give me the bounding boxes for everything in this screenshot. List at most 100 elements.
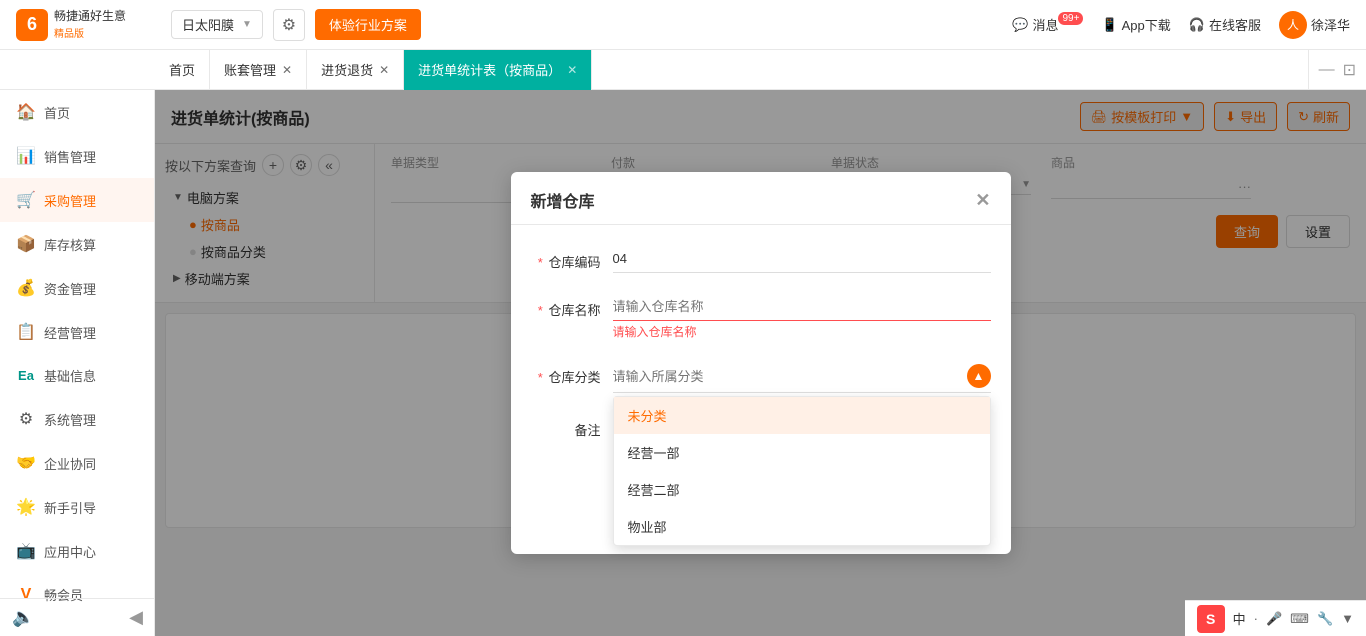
app-download-item[interactable]: 📱 App下载 [1101,15,1170,34]
inventory-icon: 📦 [16,234,36,254]
category-label: * 仓库分类 [531,360,601,386]
purchase-return-close-icon[interactable]: ✕ [379,63,389,77]
note-label: 备注 [531,413,601,439]
logo-text: 畅捷通好生意 [54,9,126,25]
sidebar-newbie-label: 新手引导 [44,498,96,517]
sidebar-finance-label: 资金管理 [44,279,96,298]
accounts-tab-close-icon[interactable]: ✕ [282,63,292,77]
operations-icon: 📋 [16,322,36,342]
header-right: 💬 消息 99+ 📱 App下载 🎧 在线客服 人 徐泽华 [1012,11,1350,39]
category-field-row: * 仓库分类 ▲ 未分类 经营一部 经 [531,360,991,393]
dropdown-item-dept1[interactable]: 经营一部 [614,434,990,471]
sidebar-purchase-label: 采购管理 [44,191,96,210]
category-input-wrap: ▲ 未分类 经营一部 经营二部 物业部 [613,360,991,393]
dropdown-item-uncategorized[interactable]: 未分类 [614,397,990,434]
bottom-arrow-icon[interactable]: ▼ [1341,611,1354,626]
logo-sub: 精品版 [54,25,126,40]
message-icon: 💬 [1012,17,1028,33]
user-avatar: 人 [1279,11,1307,39]
purchase-stats-close-icon[interactable]: ✕ [567,63,577,77]
bottom-bar: S 中 · 🎤 ⌨ 🔧 ▼ [1185,600,1366,636]
bottom-mic-icon[interactable]: 🎤 [1266,611,1282,627]
bottom-keyboard-icon[interactable]: ⌨ [1290,611,1309,627]
messages-badge: 99+ [1058,12,1083,25]
name-input[interactable] [613,293,991,321]
sidebar-item-newbie[interactable]: 🌟 新手引导 [0,485,154,529]
header-mid: 日太阳膜 ▼ ⚙ 体验行业方案 [171,9,1012,41]
code-input-wrap [613,245,991,273]
sidebar-item-sales[interactable]: 📊 销售管理 [0,134,154,178]
online-service-item[interactable]: 🎧 在线客服 [1189,15,1261,34]
code-input[interactable] [613,245,991,273]
finance-icon: 💰 [16,278,36,298]
sidebar-item-home[interactable]: 🏠 首页 [0,90,154,134]
dropdown-item-dept2[interactable]: 经营二部 [614,471,990,508]
headset-icon: 🎧 [1189,17,1205,33]
sidebar-collapse[interactable]: 🔈 ◀ [0,598,155,636]
system-icon: ⚙ [16,409,36,429]
sidebar-home-label: 首页 [44,103,70,122]
sidebar-item-system[interactable]: ⚙ 系统管理 [0,397,154,441]
tab-bar-controls: — ⊡ [1308,50,1366,90]
trial-button[interactable]: 体验行业方案 [315,9,421,40]
messages-item[interactable]: 💬 消息 99+ [1012,15,1083,34]
tab-minimize-icon[interactable]: — [1319,61,1335,79]
user-item[interactable]: 人 徐泽华 [1279,11,1350,39]
modal-close-button[interactable]: ✕ [975,190,990,211]
modal-header: 新增仓库 ✕ [511,172,1011,225]
name-error-message: 请输入仓库名称 [613,323,991,340]
code-label: * 仓库编码 [531,245,601,271]
sidebar-app-center-label: 应用中心 [44,542,96,561]
store-arrow-icon: ▼ [242,19,252,30]
bottom-settings-icon[interactable]: 🔧 [1317,611,1333,627]
bottom-dot-icon: · [1254,611,1258,626]
bottom-lang-icon[interactable]: 中 [1233,609,1246,628]
sidebar-enterprise-label: 企业协同 [44,454,96,473]
purchase-icon: 🛒 [16,190,36,210]
sidebar-sales-label: 销售管理 [44,147,96,166]
name-field-row: * 仓库名称 请输入仓库名称 [531,293,991,340]
tab-accounts[interactable]: 账套管理 ✕ [210,50,307,90]
tab-purchase-stats[interactable]: 进货单统计表（按商品） ✕ [404,50,592,90]
sidebar-item-finance[interactable]: 💰 资金管理 [0,266,154,310]
category-arrow-icon[interactable]: ▲ [967,364,991,388]
purchase-stats-tab-label: 进货单统计表（按商品） [418,60,561,79]
sidebar-item-app-center[interactable]: 📺 应用中心 [0,529,154,573]
modal-overlay[interactable]: 新增仓库 ✕ * 仓库编码 [155,90,1366,636]
home-icon: 🏠 [16,102,36,122]
purchase-return-tab-label: 进货退货 [321,60,373,79]
enterprise-icon: 🤝 [16,453,36,473]
accounts-tab-label: 账套管理 [224,60,276,79]
main-layout: 🏠 首页 📊 销售管理 🛒 采购管理 📦 库存核算 💰 资金管理 📋 经营管理 … [0,90,1366,636]
modal-new-warehouse: 新增仓库 ✕ * 仓库编码 [511,172,1011,554]
settings-icon[interactable]: ⚙ [273,9,305,41]
dropdown-item-property[interactable]: 物业部 [614,508,990,545]
tab-home[interactable]: 首页 [155,50,210,90]
tab-expand-icon[interactable]: ⊡ [1343,60,1356,80]
collapse-icon: 🔈 [12,607,34,628]
name-label: * 仓库名称 [531,293,601,319]
messages-label: 消息 [1032,15,1058,34]
category-input-row: ▲ [613,360,991,393]
top-header: 6 畅捷通好生意 精品版 日太阳膜 ▼ ⚙ 体验行业方案 💬 消息 99+ 📱 … [0,0,1366,50]
category-input[interactable] [613,369,967,384]
username-label: 徐泽华 [1311,15,1350,34]
sidebar-item-base-info[interactable]: Ea 基础信息 [0,354,154,397]
logo-text-block: 畅捷通好生意 精品版 [54,9,126,40]
sidebar-item-operations[interactable]: 📋 经营管理 [0,310,154,354]
code-field-row: * 仓库编码 [531,245,991,273]
category-dropdown: 未分类 经营一部 经营二部 物业部 [613,396,991,546]
sidebar-item-enterprise[interactable]: 🤝 企业协同 [0,441,154,485]
modal-title: 新增仓库 [531,188,595,212]
modal-body: * 仓库编码 * 仓库名称 [511,225,1011,491]
store-select[interactable]: 日太阳膜 ▼ [171,10,263,39]
tab-purchase-return[interactable]: 进货退货 ✕ [307,50,404,90]
home-tab-label: 首页 [169,60,195,79]
online-service-label: 在线客服 [1209,15,1261,34]
sidebar-item-inventory[interactable]: 📦 库存核算 [0,222,154,266]
store-name: 日太阳膜 [182,15,234,34]
sidebar-item-purchase[interactable]: 🛒 采购管理 [0,178,154,222]
logo-icon: 6 [16,9,48,41]
base-info-icon: Ea [16,368,36,383]
sidebar-operations-label: 经营管理 [44,323,96,342]
